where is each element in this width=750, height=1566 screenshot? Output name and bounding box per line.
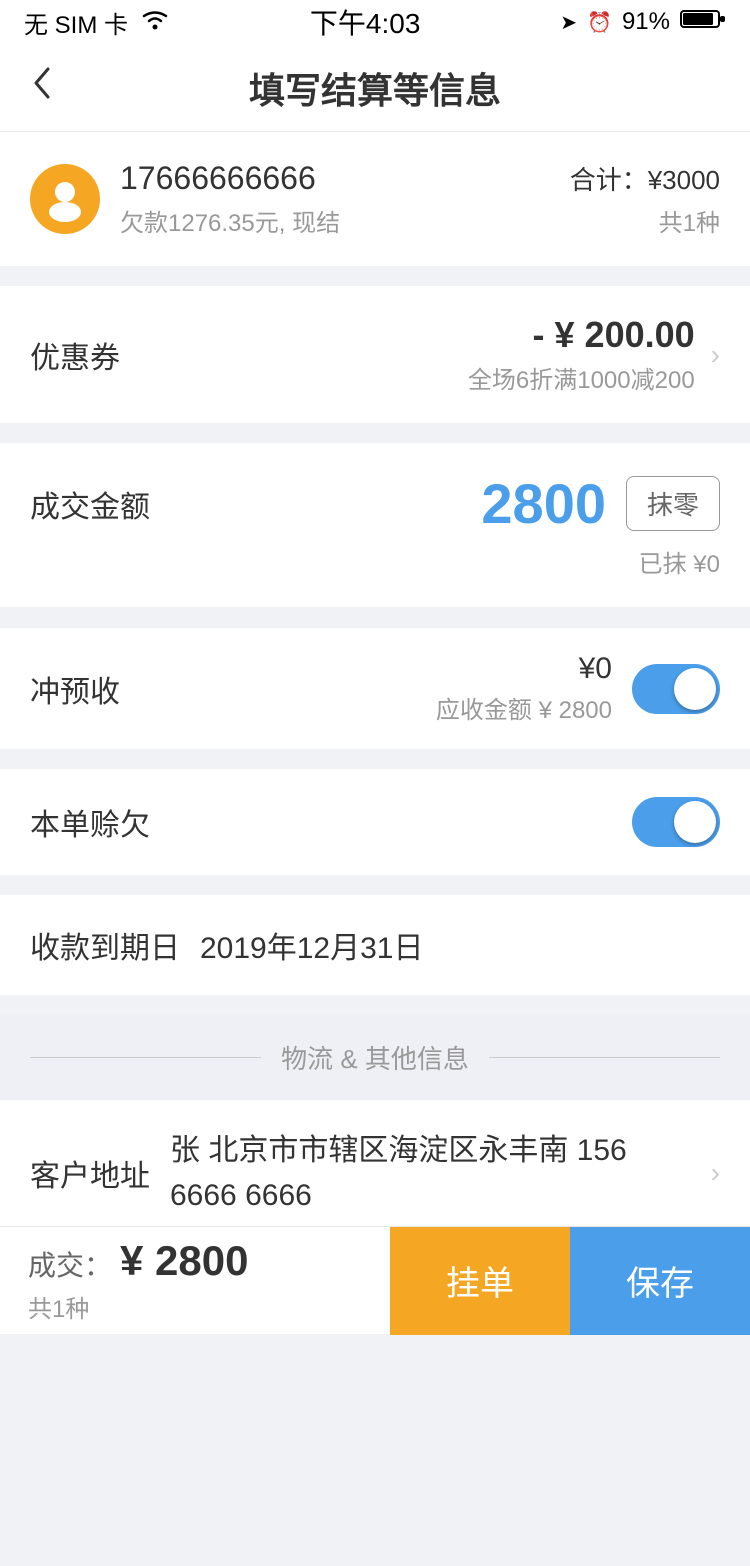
total-amount: 合计：¥3000 (570, 160, 720, 197)
content-area: 17666666666 欠款1276.35元, 现结 合计：¥3000 共1种 … (0, 132, 750, 1566)
due-date-label: 收款到期日 (30, 923, 180, 967)
deal-amount-value: 2800 (481, 471, 606, 536)
deal-right: 2800 抹零 (481, 471, 720, 536)
status-time: 下午4:03 (310, 2, 421, 42)
status-right: ➤ ⏰ 91% (560, 8, 726, 37)
coupon-right: - ¥ 200.00 全场6折满1000减200 › (468, 314, 720, 395)
alarm-icon: ⏰ (587, 10, 612, 35)
pending-button[interactable]: 挂单 (390, 1227, 570, 1335)
flush-amount: ¥0 (436, 652, 612, 686)
location-icon: ➤ (560, 10, 577, 35)
divider-line-left (30, 1057, 261, 1058)
address-label: 客户地址 (30, 1151, 150, 1195)
nav-bar: 填写结算等信息 (0, 44, 750, 132)
divider-line-right (489, 1057, 720, 1058)
deal-label: 成交金额 (30, 482, 150, 526)
footer-info: 成交： ¥ 2800 共1种 (0, 1237, 390, 1324)
customer-note: 欠款1276.35元, 现结 (120, 203, 340, 238)
debt-toggle[interactable] (632, 797, 720, 847)
battery-level: 91% (622, 8, 670, 36)
flush-prepay-label: 冲预收 (30, 667, 120, 711)
address-chevron-icon: › (711, 1157, 720, 1189)
chevron-right-icon: › (711, 339, 720, 371)
coupon-row[interactable]: 优惠券 - ¥ 200.00 全场6折满1000减200 › (0, 286, 750, 423)
customer-left: 17666666666 欠款1276.35元, 现结 (30, 160, 340, 238)
customer-row: 17666666666 欠款1276.35元, 现结 合计：¥3000 共1种 (0, 132, 750, 266)
divider-1 (0, 749, 750, 769)
no-sim-text: 无 SIM 卡 (24, 5, 128, 40)
debt-section: 本单赊欠 (0, 769, 750, 875)
footer: 成交： ¥ 2800 共1种 挂单 保存 (0, 1226, 750, 1334)
due-date-value: 2019年12月31日 (200, 923, 423, 967)
status-left: 无 SIM 卡 (24, 5, 170, 40)
footer-deal-label: 成交： (28, 1244, 112, 1284)
address-value: 张 北京市市辖区海淀区永丰南 156 6666 6666 (170, 1128, 695, 1218)
flush-receivable: 应收金额 ¥ 2800 (436, 690, 612, 725)
flush-prepay-section: 冲预收 ¥0 应收金额 ¥ 2800 (0, 627, 750, 749)
total-count: 共1种 (570, 203, 720, 238)
round-zero-button[interactable]: 抹零 (626, 476, 720, 531)
coupon-section: 优惠券 - ¥ 200.00 全场6折满1000减200 › (0, 286, 750, 423)
deal-sub: 已抹 ¥0 (30, 544, 720, 579)
footer-count: 共1种 (28, 1289, 362, 1324)
deal-amount-section: 成交金额 2800 抹零 已抹 ¥0 (0, 443, 750, 607)
battery-icon (680, 8, 726, 37)
customer-info: 17666666666 欠款1276.35元, 现结 (120, 160, 340, 238)
address-section[interactable]: 客户地址 张 北京市市辖区海淀区永丰南 156 6666 6666 › (0, 1100, 750, 1246)
flush-prepay-toggle[interactable] (632, 664, 720, 714)
debt-row: 本单赊欠 (0, 769, 750, 875)
footer-deal-amount: ¥ 2800 (120, 1237, 248, 1285)
customer-phone: 17666666666 (120, 160, 340, 197)
save-button[interactable]: 保存 (570, 1227, 750, 1335)
customer-total: 合计：¥3000 共1种 (570, 160, 720, 238)
flush-prepay-right: ¥0 应收金额 ¥ 2800 (436, 652, 720, 725)
debt-label: 本单赊欠 (30, 800, 150, 844)
footer-deal-row: 成交： ¥ 2800 (28, 1237, 362, 1285)
coupon-label: 优惠券 (30, 333, 120, 377)
page-title: 填写结算等信息 (249, 62, 501, 114)
status-bar: 无 SIM 卡 下午4:03 ➤ ⏰ 91% (0, 0, 750, 44)
coupon-detail: 全场6折满1000减200 (468, 360, 695, 395)
avatar (30, 164, 100, 234)
back-button[interactable] (28, 61, 56, 115)
flush-amounts: ¥0 应收金额 ¥ 2800 (436, 652, 612, 725)
section-divider-text: 物流 & 其他信息 (281, 1039, 469, 1076)
wifi-icon (140, 8, 170, 37)
coupon-amount: - ¥ 200.00 (468, 314, 695, 356)
deal-row: 成交金额 2800 抹零 (30, 471, 720, 536)
due-date-section: 收款到期日 2019年12月31日 (0, 895, 750, 995)
logistics-divider: 物流 & 其他信息 (0, 1015, 750, 1100)
